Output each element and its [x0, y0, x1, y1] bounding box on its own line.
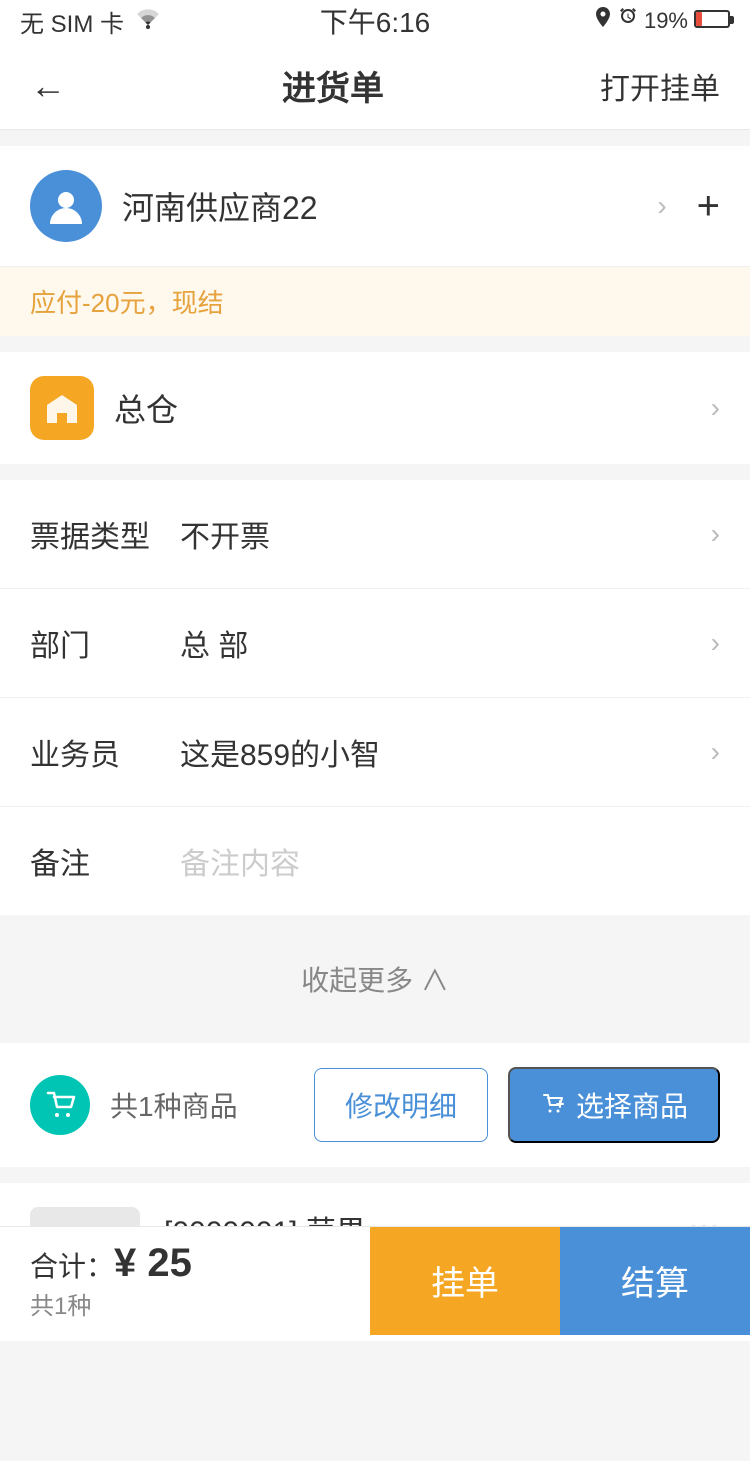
dept-label: 部门: [30, 621, 180, 665]
supplier-name: 河南供应商22: [122, 183, 657, 229]
status-time: 下午6:16: [320, 1, 431, 41]
battery-percent: 19%: [644, 8, 688, 34]
supplier-notice: 应付-20元，现结: [0, 267, 750, 336]
salesperson-value: 这是859的小智: [180, 730, 711, 774]
total-amount: ¥ 25: [114, 1241, 192, 1285]
wifi-icon: [132, 7, 164, 36]
battery-icon: [694, 8, 730, 34]
dept-chevron-icon: ›: [711, 627, 720, 659]
supplier-row[interactable]: 河南供应商22 › +: [0, 146, 750, 267]
remark-row[interactable]: 备注 备注内容: [0, 807, 750, 915]
carrier-label: 无 SIM 卡: [20, 4, 124, 39]
invoice-type-row[interactable]: 票据类型 不开票 ›: [0, 480, 750, 589]
back-button[interactable]: ←: [30, 65, 66, 107]
product-count-label: 共1种商品: [110, 1085, 294, 1125]
checkout-button[interactable]: 结算: [560, 1227, 750, 1335]
status-left: 无 SIM 卡: [20, 4, 164, 39]
remark-placeholder: 备注内容: [180, 839, 720, 883]
warehouse-section: 总仓 ›: [0, 352, 750, 464]
status-bar: 无 SIM 卡 下午6:16 19%: [0, 0, 750, 42]
add-supplier-button[interactable]: +: [697, 184, 720, 229]
location-icon: [594, 7, 612, 35]
invoice-label: 票据类型: [30, 512, 180, 556]
warehouse-name: 总仓: [114, 385, 711, 431]
page-title: 进货单: [282, 61, 384, 110]
select-product-label: 选择商品: [576, 1085, 688, 1125]
collapse-bar[interactable]: 收起更多 ∧: [0, 931, 750, 1027]
select-product-button[interactable]: 选择商品: [508, 1067, 720, 1143]
supplier-avatar: [30, 170, 102, 242]
salesperson-chevron-icon: ›: [711, 736, 720, 768]
form-section: 票据类型 不开票 › 部门 总 部 › 业务员 这是859的小智 › 备注 备注…: [0, 480, 750, 915]
warehouse-chevron-icon: ›: [711, 392, 720, 424]
hang-button[interactable]: 挂单: [370, 1227, 560, 1335]
warehouse-row[interactable]: 总仓 ›: [0, 352, 750, 464]
remark-label: 备注: [30, 839, 180, 883]
total-count: 共1种: [30, 1286, 340, 1321]
dept-value: 总 部: [180, 621, 711, 665]
nav-bar: ← 进货单 打开挂单: [0, 42, 750, 130]
warehouse-icon: [30, 376, 94, 440]
open-hang-button[interactable]: 打开挂单: [600, 64, 720, 108]
supplier-section: 河南供应商22 › + 应付-20元，现结: [0, 146, 750, 336]
product-section-icon: [30, 1075, 90, 1135]
product-header: 共1种商品 修改明细 选择商品: [0, 1043, 750, 1167]
salesperson-row[interactable]: 业务员 这是859的小智 ›: [0, 698, 750, 807]
edit-detail-button[interactable]: 修改明细: [314, 1068, 488, 1142]
product-header-section: 共1种商品 修改明细 选择商品: [0, 1043, 750, 1167]
total-label: 合计：: [30, 1251, 114, 1282]
alarm-icon: [618, 7, 638, 35]
supplier-chevron-icon: ›: [657, 190, 666, 222]
bottom-bar: 合计：¥ 25 共1种 挂单 结算: [0, 1226, 750, 1334]
total-section: 合计：¥ 25 共1种: [0, 1241, 370, 1321]
invoice-chevron-icon: ›: [711, 518, 720, 550]
dept-row[interactable]: 部门 总 部 ›: [0, 589, 750, 698]
salesperson-label: 业务员: [30, 730, 180, 774]
status-right: 19%: [594, 7, 730, 35]
invoice-value: 不开票: [180, 512, 711, 556]
